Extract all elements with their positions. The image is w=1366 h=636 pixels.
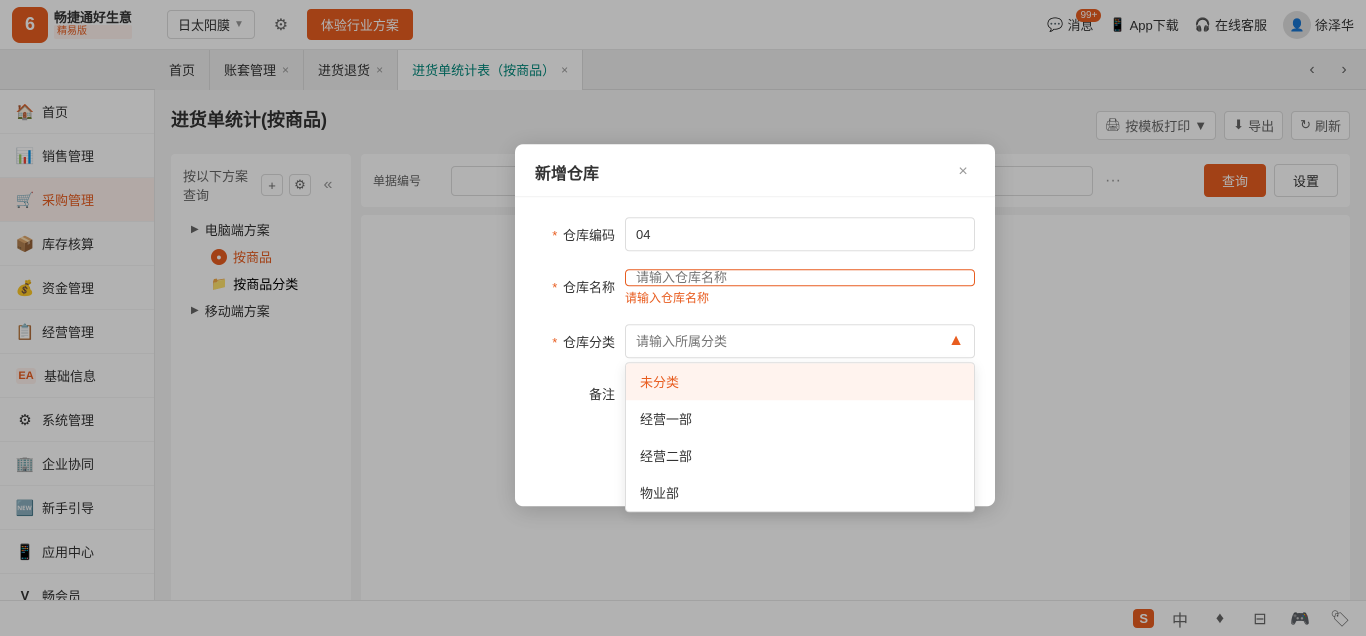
code-required: * [552,228,557,243]
dialog-body: * 仓库编码 * 仓库名称 请输入仓库名称 * 仓库分类 [515,197,995,444]
name-input[interactable] [625,269,975,286]
dropdown-item-dept2[interactable]: 经营二部 [626,437,974,474]
dialog-title: 新增仓库 [535,160,599,184]
category-toggle-button[interactable]: ▲ [948,332,964,350]
category-input-row: ▲ [625,324,975,358]
code-input[interactable] [625,217,975,251]
name-error-tip: 请输入仓库名称 [625,286,975,306]
dropdown-item-unclassified[interactable]: 未分类 [626,363,974,400]
dialog-header: 新增仓库 × [515,144,995,197]
name-field-row: * 仓库名称 请输入仓库名称 [535,269,975,306]
dropdown-item-property[interactable]: 物业部 [626,474,974,511]
dropdown-item-dept1[interactable]: 经营一部 [626,400,974,437]
category-field-row: * 仓库分类 ▲ 未分类 经营一部 经营二部 物业部 [535,324,975,358]
category-label: * 仓库分类 [535,324,615,351]
name-input-wrapper: 请输入仓库名称 [625,269,975,306]
category-input-wrapper: ▲ 未分类 经营一部 经营二部 物业部 [625,324,975,358]
add-warehouse-dialog: 新增仓库 × * 仓库编码 * 仓库名称 请输入仓库名称 * [515,144,995,506]
category-input[interactable] [636,334,948,349]
code-field-row: * 仓库编码 [535,217,975,251]
category-dropdown: 未分类 经营一部 经营二部 物业部 [625,362,975,512]
name-label: * 仓库名称 [535,269,615,296]
name-required: * [552,280,557,295]
remark-label: 备注 [535,376,615,403]
category-required: * [552,335,557,350]
code-label: * 仓库编码 [535,217,615,244]
dialog-close-button[interactable]: × [951,160,975,184]
